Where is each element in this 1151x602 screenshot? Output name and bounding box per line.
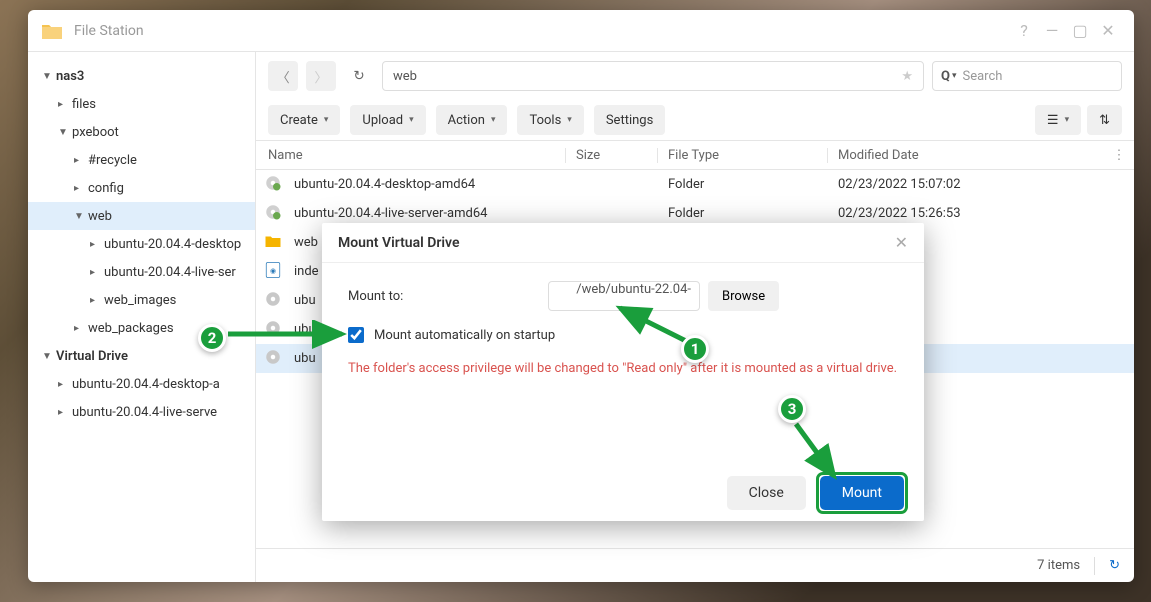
search-input[interactable]: Q▾ Search — [932, 61, 1122, 91]
file-icon: ◉ — [264, 261, 286, 283]
col-type[interactable]: File Type — [658, 148, 828, 163]
col-more-icon[interactable]: ⋮ — [1104, 148, 1134, 163]
annotation-marker-3: 3 — [778, 395, 806, 423]
app-title: File Station — [74, 23, 1010, 39]
sidebar: ▼nas3 ▸files ▼pxeboot ▸#recycle ▸config … — [28, 52, 256, 582]
search-dropdown-icon[interactable]: ▾ — [952, 71, 957, 81]
status-refresh-icon[interactable]: ↻ — [1109, 558, 1120, 573]
mount-dialog: Mount Virtual Drive ✕ Mount to: /web/ubu… — [322, 223, 924, 521]
tree-web-images[interactable]: ▸web_images — [28, 286, 255, 314]
file-name: ubuntu-20.04.4-live-server-amd64 — [294, 206, 566, 221]
tree-label: web_packages — [88, 321, 174, 336]
help-button[interactable]: ? — [1010, 17, 1038, 45]
file-icon — [264, 348, 286, 370]
tree-label: Virtual Drive — [56, 349, 128, 364]
tree-label: #recycle — [88, 153, 137, 168]
nav-toolbar: 〈 〉 ↻ web ★ Q▾ Search — [256, 52, 1134, 100]
tree-recycle[interactable]: ▸#recycle — [28, 146, 255, 174]
tree-label: pxeboot — [72, 125, 119, 140]
tree-web-sub[interactable]: ▸ubuntu-20.04.4-desktop — [28, 230, 255, 258]
dialog-close-button[interactable]: Close — [727, 476, 806, 510]
file-type: Folder — [658, 177, 828, 192]
tree-root-label: nas3 — [56, 69, 84, 84]
tree-label: ubuntu-20.04.4-desktop-a — [72, 377, 220, 392]
table-header: Name Size File Type Modified Date ⋮ — [256, 140, 1134, 170]
tree-pxeboot[interactable]: ▼pxeboot — [28, 118, 255, 146]
table-row[interactable]: ubuntu-20.04.4-desktop-amd64 Folder02/23/… — [256, 170, 1134, 199]
minimize-button[interactable]: — — [1038, 17, 1066, 45]
auto-mount-checkbox[interactable]: Mount automatically on startup — [348, 327, 898, 343]
close-button[interactable]: ✕ — [1094, 17, 1122, 45]
favorite-icon[interactable]: ★ — [901, 69, 913, 84]
dialog-close-icon[interactable]: ✕ — [895, 233, 908, 252]
titlebar: File Station ? — ▢ ✕ — [28, 10, 1134, 52]
annotation-marker-2: 2 — [198, 324, 226, 352]
path-text: web — [393, 69, 417, 84]
upload-button[interactable]: Upload▾ — [350, 105, 425, 135]
dialog-body: Mount to: /web/ubuntu-22.04- Browse Moun… — [322, 263, 924, 465]
search-placeholder: Search — [963, 69, 1003, 84]
tree-label: config — [88, 181, 124, 196]
tree-label: ubuntu-20.04.4-desktop — [104, 237, 241, 252]
file-icon — [264, 174, 286, 196]
browse-button[interactable]: Browse — [708, 281, 779, 311]
forward-button[interactable]: 〉 — [306, 61, 336, 91]
tree-label: ubuntu-20.04.4-live-ser — [104, 265, 236, 280]
auto-mount-check-input[interactable] — [348, 327, 364, 343]
file-name: ubuntu-20.04.4-desktop-amd64 — [294, 177, 566, 192]
action-button[interactable]: Action▾ — [436, 105, 508, 135]
tree-web[interactable]: ▼web — [28, 202, 255, 230]
svg-text:◉: ◉ — [270, 267, 276, 275]
app-icon — [40, 19, 64, 43]
tree-label: ubuntu-20.04.4-live-serve — [72, 405, 217, 420]
tree-config[interactable]: ▸config — [28, 174, 255, 202]
dialog-title: Mount Virtual Drive — [338, 235, 895, 251]
col-modified[interactable]: Modified Date — [828, 148, 1104, 163]
file-icon — [264, 290, 286, 312]
refresh-button[interactable]: ↻ — [344, 61, 374, 91]
tree-files[interactable]: ▸files — [28, 90, 255, 118]
file-icon — [264, 203, 286, 225]
tree-root[interactable]: ▼nas3 — [28, 62, 255, 90]
file-icon — [264, 319, 286, 341]
tree-label: web_images — [104, 293, 176, 308]
path-input[interactable]: web ★ — [382, 61, 924, 91]
search-icon: Q — [941, 69, 950, 84]
mount-to-input[interactable]: /web/ubuntu-22.04- — [548, 281, 700, 311]
warning-text: The folder's access privilege will be ch… — [348, 359, 898, 379]
maximize-button[interactable]: ▢ — [1066, 17, 1094, 45]
col-name[interactable]: Name — [256, 148, 566, 163]
tree-label: files — [72, 97, 96, 112]
view-list-button[interactable]: ☰▾ — [1035, 105, 1081, 135]
file-icon — [264, 232, 286, 254]
tree-label: web — [88, 209, 112, 224]
create-button[interactable]: Create▾ — [268, 105, 340, 135]
mount-button-highlight: Mount — [816, 472, 908, 514]
sort-button[interactable]: ⇅ — [1087, 105, 1122, 135]
tree-vd-item[interactable]: ▸ubuntu-20.04.4-live-serve — [28, 398, 255, 426]
file-type: Folder — [658, 206, 828, 221]
file-modified: 02/23/2022 15:07:02 — [828, 177, 1134, 192]
dialog-footer: Close Mount — [322, 465, 924, 521]
auto-mount-label: Mount automatically on startup — [374, 328, 555, 343]
action-toolbar: Create▾ Upload▾ Action▾ Tools▾ Settings … — [256, 100, 1134, 140]
dialog-header: Mount Virtual Drive ✕ — [322, 223, 924, 263]
tree-vd-item[interactable]: ▸ubuntu-20.04.4-desktop-a — [28, 370, 255, 398]
tools-button[interactable]: Tools▾ — [517, 105, 583, 135]
mount-to-label: Mount to: — [348, 289, 548, 304]
item-count: 7 items — [1037, 558, 1080, 573]
back-button[interactable]: 〈 — [268, 61, 298, 91]
statusbar: 7 items ↻ — [256, 548, 1134, 582]
tree-web-sub[interactable]: ▸ubuntu-20.04.4-live-ser — [28, 258, 255, 286]
annotation-marker-1: 1 — [681, 335, 709, 363]
col-size[interactable]: Size — [566, 148, 658, 163]
mount-button[interactable]: Mount — [820, 476, 904, 510]
settings-button[interactable]: Settings — [594, 105, 665, 135]
file-modified: 02/23/2022 15:26:53 — [828, 206, 1134, 221]
